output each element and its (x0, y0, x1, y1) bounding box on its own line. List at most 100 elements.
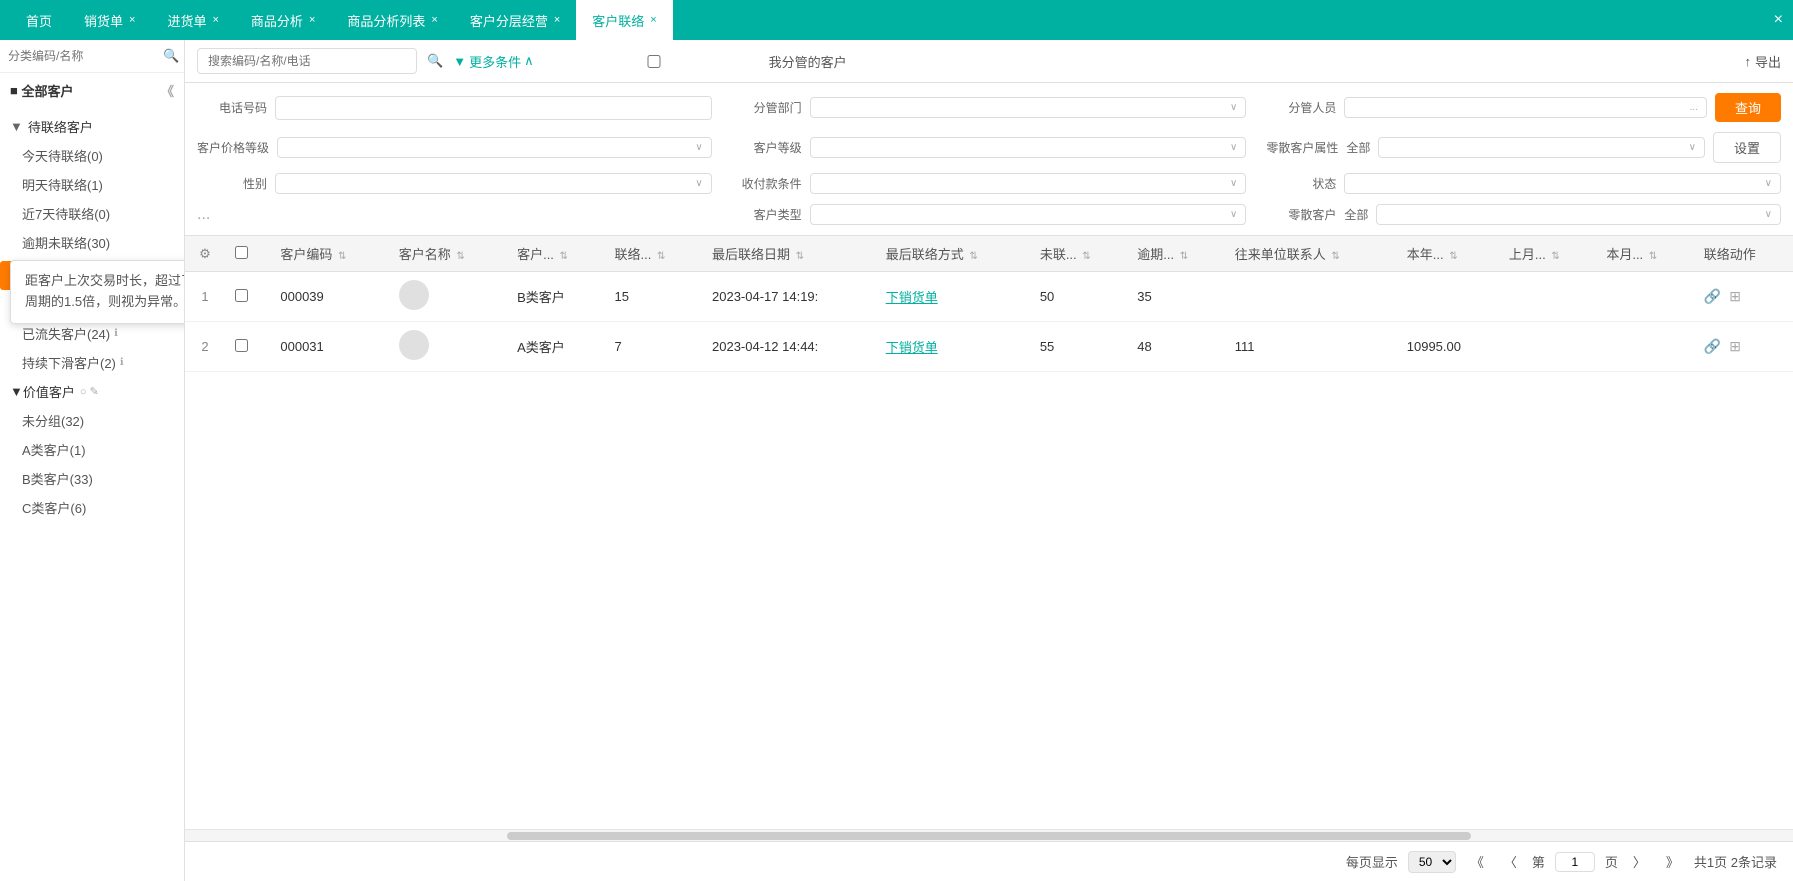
col-level[interactable]: 客户... ⇅ (507, 236, 604, 272)
sidebar-item-today[interactable]: 今天待联络(0) (0, 141, 184, 170)
horizontal-scrollbar[interactable] (185, 829, 1793, 841)
sidebar-item-declining[interactable]: 持续下滑客户(2) ℹ (0, 348, 184, 377)
col-unit-contact[interactable]: 往来单位联系人 ⇅ (1225, 236, 1397, 272)
nav-tab-home[interactable]: 首页 (10, 0, 68, 40)
close-icon[interactable]: × (554, 14, 560, 26)
col-code[interactable]: 客户编码 ⇅ (270, 236, 388, 272)
sidebar-pending-header[interactable]: ▼ 待联络客户 (0, 112, 184, 141)
price-level-select[interactable]: ∨ (277, 137, 712, 158)
row-last-method[interactable]: 下销货单 (876, 272, 1030, 322)
more-conditions-btn[interactable]: ▼ 更多条件 ∧ (453, 52, 533, 71)
search-input[interactable] (197, 48, 417, 74)
sidebar-item-class-a[interactable]: A类客户(1) (0, 435, 184, 464)
row-overdue: 48 (1127, 322, 1224, 372)
sidebar-item-class-c[interactable]: C类客户(6) (0, 493, 184, 522)
col-this-month[interactable]: 本月... ⇅ (1596, 236, 1693, 272)
sort-icon: ⇅ (560, 251, 568, 262)
close-icon[interactable]: × (431, 14, 437, 26)
phone-input[interactable] (275, 96, 712, 120)
row-last-method[interactable]: 下销货单 (876, 322, 1030, 372)
query-button[interactable]: 查询 (1715, 93, 1781, 122)
collapse-icon[interactable]: 《 (161, 81, 174, 100)
per-page-select[interactable]: 50 (1408, 851, 1456, 873)
nav-tab-sales[interactable]: 销货单 × (68, 0, 151, 40)
nav-tab-purchase[interactable]: 进货单 × (151, 0, 234, 40)
col-year-amount[interactable]: 本年... ⇅ (1397, 236, 1499, 272)
col-overdue[interactable]: 逾期... ⇅ (1127, 236, 1224, 272)
next-page-btn[interactable]: 〉 (1628, 850, 1651, 873)
nav-tab-customer-segment[interactable]: 客户分层经营 × (454, 0, 576, 40)
manager-select[interactable]: ... (1344, 97, 1707, 118)
pagination-bar: 每页显示 50 《 〈 第 页 〉 》 共1页 2条记录 (185, 841, 1793, 881)
row-year-amount (1397, 272, 1499, 322)
contact-link-icon[interactable]: 🔗 (1704, 288, 1721, 305)
page-input[interactable] (1555, 852, 1595, 872)
customer-type-select[interactable]: ∨ (810, 204, 1247, 225)
sidebar-item-7days[interactable]: 近7天待联络(0) (0, 199, 184, 228)
col-last-month[interactable]: 上月... ⇅ (1499, 236, 1596, 272)
retail-attr-select[interactable]: ∨ (1378, 137, 1705, 158)
nav-tab-product-analysis[interactable]: 商品分析 × (235, 0, 331, 40)
scroll-track[interactable] (507, 832, 1472, 840)
filter-more-btn: ... (197, 204, 712, 225)
settings-gear-icon[interactable]: ⚙ (199, 246, 211, 261)
row-this-month (1596, 272, 1693, 322)
close-all-button[interactable]: × (1774, 11, 1783, 29)
my-customers-checkbox-label[interactable]: 我分管的客户 (544, 52, 847, 71)
first-page-btn[interactable]: 《 (1466, 850, 1489, 873)
sidebar-item-overdue[interactable]: 逾期未联络(30) (0, 228, 184, 257)
row-index: 1 (185, 272, 225, 322)
col-settings[interactable]: ⚙ (185, 236, 225, 272)
row-last-month (1499, 322, 1596, 372)
row-checkbox[interactable] (235, 289, 248, 302)
sidebar-item-ungroup[interactable]: 未分组(32) (0, 406, 184, 435)
contact-grid-icon[interactable]: ⊞ (1729, 288, 1741, 305)
customer-level-select[interactable]: ∨ (810, 137, 1247, 158)
col-last-date[interactable]: 最后联络日期 ⇅ (702, 236, 876, 272)
filter-manager: 分管人员 ... 查询 (1266, 93, 1781, 122)
sidebar-item-tomorrow[interactable]: 明天待联络(1) (0, 170, 184, 199)
payment-select[interactable]: ∨ (810, 173, 1247, 194)
filter-row-2: 客户价格等级 ∨ 客户等级 ∨ 零散客户属性 全部 (197, 132, 1781, 163)
close-icon[interactable]: × (212, 14, 218, 26)
sidebar-item-class-b[interactable]: B类客户(33) (0, 464, 184, 493)
sidebar-value-header[interactable]: ▼ 价值客户 ○ ✎ (0, 377, 184, 406)
nav-tab-product-list[interactable]: 商品分析列表 × (331, 0, 453, 40)
sidebar-search-bar: 🔍 (0, 40, 184, 73)
row-overdue: 35 (1127, 272, 1224, 322)
col-last-method[interactable]: 最后联络方式 ⇅ (876, 236, 1030, 272)
close-icon[interactable]: × (650, 14, 656, 26)
row-checkbox-cell[interactable] (225, 272, 270, 322)
contact-grid-icon[interactable]: ⊞ (1729, 338, 1741, 355)
last-page-btn[interactable]: 》 (1661, 850, 1684, 873)
main-layout: 🔍 ■ 全部客户 《 ▼ 待联络客户 今天待联络(0) 明天待联络(1) 近7天… (0, 40, 1793, 881)
filter-search-icon[interactable]: 🔍 (427, 53, 443, 69)
export-button[interactable]: ↑ 导出 (1744, 52, 1781, 71)
more-filter-btn[interactable]: ... (197, 206, 210, 224)
gender-select[interactable]: ∨ (275, 173, 712, 194)
col-contact-count[interactable]: 联络... ⇅ (605, 236, 702, 272)
advanced-filter: 电话号码 分管部门 ∨ 分管人员 ... 查询 (185, 83, 1793, 236)
my-customers-checkbox[interactable] (544, 55, 764, 68)
retail-customer-select[interactable]: ∨ (1376, 204, 1781, 225)
sort-icon: ⇅ (1649, 251, 1657, 262)
row-checkbox-cell[interactable] (225, 322, 270, 372)
edit-icons[interactable]: ○ ✎ (80, 385, 99, 398)
col-uncontacted[interactable]: 未联... ⇅ (1030, 236, 1127, 272)
settings-button[interactable]: 设置 (1713, 132, 1781, 163)
sort-icon: ⇅ (969, 251, 977, 262)
dept-select[interactable]: ∨ (810, 97, 1247, 118)
col-checkbox[interactable] (225, 236, 270, 272)
col-name[interactable]: 客户名称 ⇅ (389, 236, 507, 272)
close-icon[interactable]: × (129, 14, 135, 26)
close-icon[interactable]: × (309, 14, 315, 26)
contact-link-icon[interactable]: 🔗 (1704, 338, 1721, 355)
search-icon[interactable]: 🔍 (163, 48, 179, 64)
status-select[interactable]: ∨ (1344, 173, 1781, 194)
select-all-checkbox[interactable] (235, 246, 248, 259)
row-checkbox[interactable] (235, 339, 248, 352)
sidebar-search-input[interactable] (8, 49, 163, 63)
nav-tab-customer-contact[interactable]: 客户联络 × (576, 0, 672, 40)
sidebar-all-customers[interactable]: ■ 全部客户 《 (0, 73, 184, 108)
prev-page-btn[interactable]: 〈 (1499, 850, 1522, 873)
